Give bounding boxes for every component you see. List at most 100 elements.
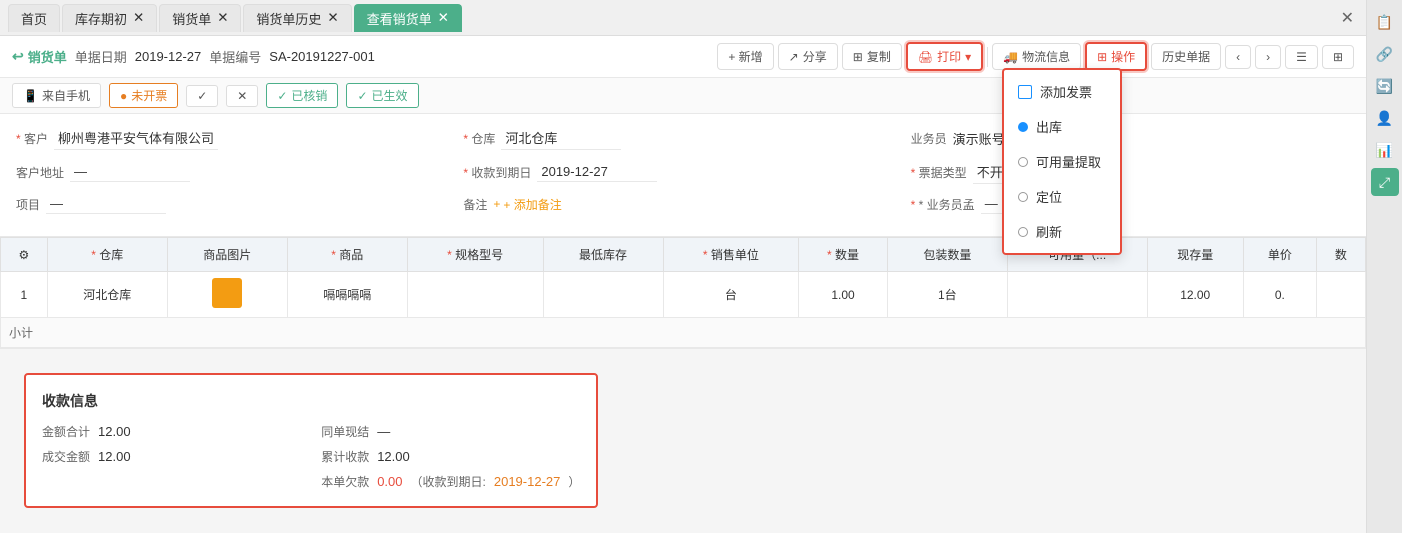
form-area: 客户 柳州粤港平安气体有限公司 仓库 河北仓库 业务员 演示账号 客户地址 — … xyxy=(0,114,1366,237)
payment-title: 收款信息 xyxy=(42,391,580,411)
same-order-row: 同单现结 — xyxy=(321,423,580,440)
logistics-button[interactable]: 🚚 物流信息 xyxy=(992,43,1081,70)
tab-view-sales[interactable]: 查看销货单 ✕ xyxy=(354,4,462,32)
doc-type-label: 销货单 xyxy=(28,47,67,66)
product-thumbnail xyxy=(212,278,242,308)
cancel-doc-button[interactable]: ✕ xyxy=(226,85,258,107)
confirm-icon: ✓ xyxy=(197,89,207,103)
tab-sales-order[interactable]: 销货单 ✕ xyxy=(159,4,241,32)
operation-button[interactable]: ⊞ 操作 xyxy=(1085,42,1147,71)
address-value[interactable]: — xyxy=(70,162,190,182)
col-min-stock: 最低库存 xyxy=(543,238,663,272)
table-header-row: ⚙ * 仓库 商品图片 * 商品 * 规格型号 最低库存 * 销售单位 * 数量… xyxy=(1,238,1366,272)
share-button[interactable]: ↗ 分享 xyxy=(778,43,838,70)
col-gear[interactable]: ⚙ xyxy=(1,238,48,272)
history-button[interactable]: 历史单据 xyxy=(1151,43,1221,70)
transaction-value: 12.00 xyxy=(98,449,131,464)
due-date-value[interactable]: 2019-12-27 xyxy=(537,162,657,182)
cumulative-label: 累计收款 xyxy=(321,448,369,465)
row-spec[interactable] xyxy=(407,272,543,318)
customer-col: 客户 柳州粤港平安气体有限公司 xyxy=(16,126,455,150)
transaction-label: 成交金额 xyxy=(42,448,90,465)
tab-sales-history[interactable]: 销货单历史 ✕ xyxy=(243,4,351,32)
add-invoice-label: 添加发票 xyxy=(1040,82,1092,101)
locate-icon xyxy=(1018,192,1028,202)
employee-value: 演示账号 xyxy=(953,129,1005,148)
row-unit-price[interactable]: 0. xyxy=(1243,272,1316,318)
outbound-item[interactable]: 出库 xyxy=(1004,109,1120,144)
toolbar2: 📱 来自手机 ● 未开票 ✓ ✕ ✓ 已核销 ✓ 已生效 xyxy=(0,78,1366,114)
col-product: * 商品 xyxy=(287,238,407,272)
sidebar-icon-chart[interactable]: 📊 xyxy=(1371,136,1399,164)
invoice-icon xyxy=(1018,85,1032,99)
not-opened-button[interactable]: ● 未开票 xyxy=(109,83,178,108)
warehouse-col: 仓库 河北仓库 xyxy=(463,126,902,150)
row-num: 1 xyxy=(1,272,48,318)
layout-grid-button[interactable]: ⊞ xyxy=(1322,45,1354,69)
available-qty-item[interactable]: 可用量提取 xyxy=(1004,144,1120,179)
amount-total-label: 金额合计 xyxy=(42,423,90,440)
effect-status-button[interactable]: ✓ 已生效 xyxy=(346,83,418,108)
customer-value[interactable]: 柳州粤港平安气体有限公司 xyxy=(54,126,218,150)
new-button[interactable]: + 新增 xyxy=(717,43,773,70)
sold-status-button[interactable]: ✓ 已核销 xyxy=(266,83,338,108)
tab-home[interactable]: 首页 xyxy=(8,4,60,32)
sidebar-icon-link[interactable]: 🔗 xyxy=(1371,40,1399,68)
table-row: 1 河北仓库 嗝嗝嗝嗝 台 1.00 1台 12.00 0. xyxy=(1,272,1366,318)
refresh-item[interactable]: 刷新 xyxy=(1004,214,1120,249)
cancel-doc-icon: ✕ xyxy=(237,89,247,103)
row-quantity[interactable]: 1.00 xyxy=(799,272,888,318)
layout-list-button[interactable]: ☰ xyxy=(1285,45,1318,69)
customer-label: 客户 xyxy=(16,130,48,147)
form-row-1: 客户 柳州粤港平安气体有限公司 仓库 河北仓库 业务员 演示账号 xyxy=(16,126,1350,150)
sidebar-icon-user[interactable]: 👤 xyxy=(1371,104,1399,132)
plus-icon: + xyxy=(493,197,500,211)
print-label: 打印 xyxy=(937,48,961,65)
from-phone-button[interactable]: 📱 来自手机 xyxy=(12,83,101,108)
payment-grid: 金额合计 12.00 同单现结 — 成交金额 12.00 累计收款 12.00 xyxy=(42,423,580,490)
copy-icon: ⊞ xyxy=(853,50,863,64)
amount-total-value: 12.00 xyxy=(98,424,131,439)
warehouse-value[interactable]: 河北仓库 xyxy=(501,126,621,150)
number-label: 单据编号 xyxy=(209,47,261,66)
add-note-button[interactable]: + + 添加备注 xyxy=(493,196,561,213)
locate-item[interactable]: 定位 xyxy=(1004,179,1120,214)
tab-sales-close[interactable]: ✕ xyxy=(217,11,228,24)
effect-check-icon: ✓ xyxy=(357,89,367,103)
employee-label: 业务员 xyxy=(911,130,947,147)
available-qty-icon xyxy=(1018,157,1028,167)
tab-inventory-init[interactable]: 库存期初 ✕ xyxy=(62,4,157,32)
col-more: 数 xyxy=(1316,238,1365,272)
confirm-button[interactable]: ✓ xyxy=(186,85,218,107)
payment-section: 收款信息 金额合计 12.00 同单现结 — 成交金额 12.00 累计收款 1… xyxy=(24,373,598,508)
col-warehouse: * 仓库 xyxy=(47,238,167,272)
row-warehouse: 河北仓库 xyxy=(47,272,167,318)
share-label: 分享 xyxy=(803,48,827,65)
history-label: 历史单据 xyxy=(1162,48,1210,65)
note-placeholder-label: + 添加备注 xyxy=(503,196,561,213)
nav-next-button[interactable]: › xyxy=(1255,45,1281,69)
logistics-icon: 🚚 xyxy=(1003,50,1018,64)
not-opened-label: 未开票 xyxy=(131,87,167,104)
project-value[interactable]: — xyxy=(46,194,166,214)
nav-prev-button[interactable]: ‹ xyxy=(1225,45,1251,69)
sidebar-icon-expand[interactable]: ⤢ xyxy=(1371,168,1399,196)
outbound-label: 出库 xyxy=(1036,117,1062,136)
row-product[interactable]: 嗝嗝嗝嗝 xyxy=(287,272,407,318)
add-invoice-item[interactable]: 添加发票 xyxy=(1004,74,1120,109)
cumulative-row: 累计收款 12.00 xyxy=(321,448,580,465)
form-row-2: 客户地址 — 收款到期日 2019-12-27 票据类型 不开票 xyxy=(16,160,1350,184)
print-button[interactable]: 🖨 打印 ▾ xyxy=(906,42,983,71)
copy-button[interactable]: ⊞ 复制 xyxy=(842,43,902,70)
window-close-button[interactable]: ✕ xyxy=(1337,4,1358,32)
sidebar-icon-doc[interactable]: 📋 xyxy=(1371,8,1399,36)
form-row-3: 项目 — 备注 + + 添加备注 * 业务员孟 — xyxy=(16,194,1350,214)
tab-view-label: 查看销货单 xyxy=(367,9,432,28)
tab-view-close[interactable]: ✕ xyxy=(438,11,449,24)
tab-home-label: 首页 xyxy=(21,9,47,28)
tab-inventory-close[interactable]: ✕ xyxy=(133,11,144,24)
col-sales-unit: * 销售单位 xyxy=(663,238,799,272)
tab-history-close[interactable]: ✕ xyxy=(327,11,338,24)
tab-history-label: 销货单历史 xyxy=(256,9,321,28)
sidebar-icon-refresh[interactable]: 🔄 xyxy=(1371,72,1399,100)
